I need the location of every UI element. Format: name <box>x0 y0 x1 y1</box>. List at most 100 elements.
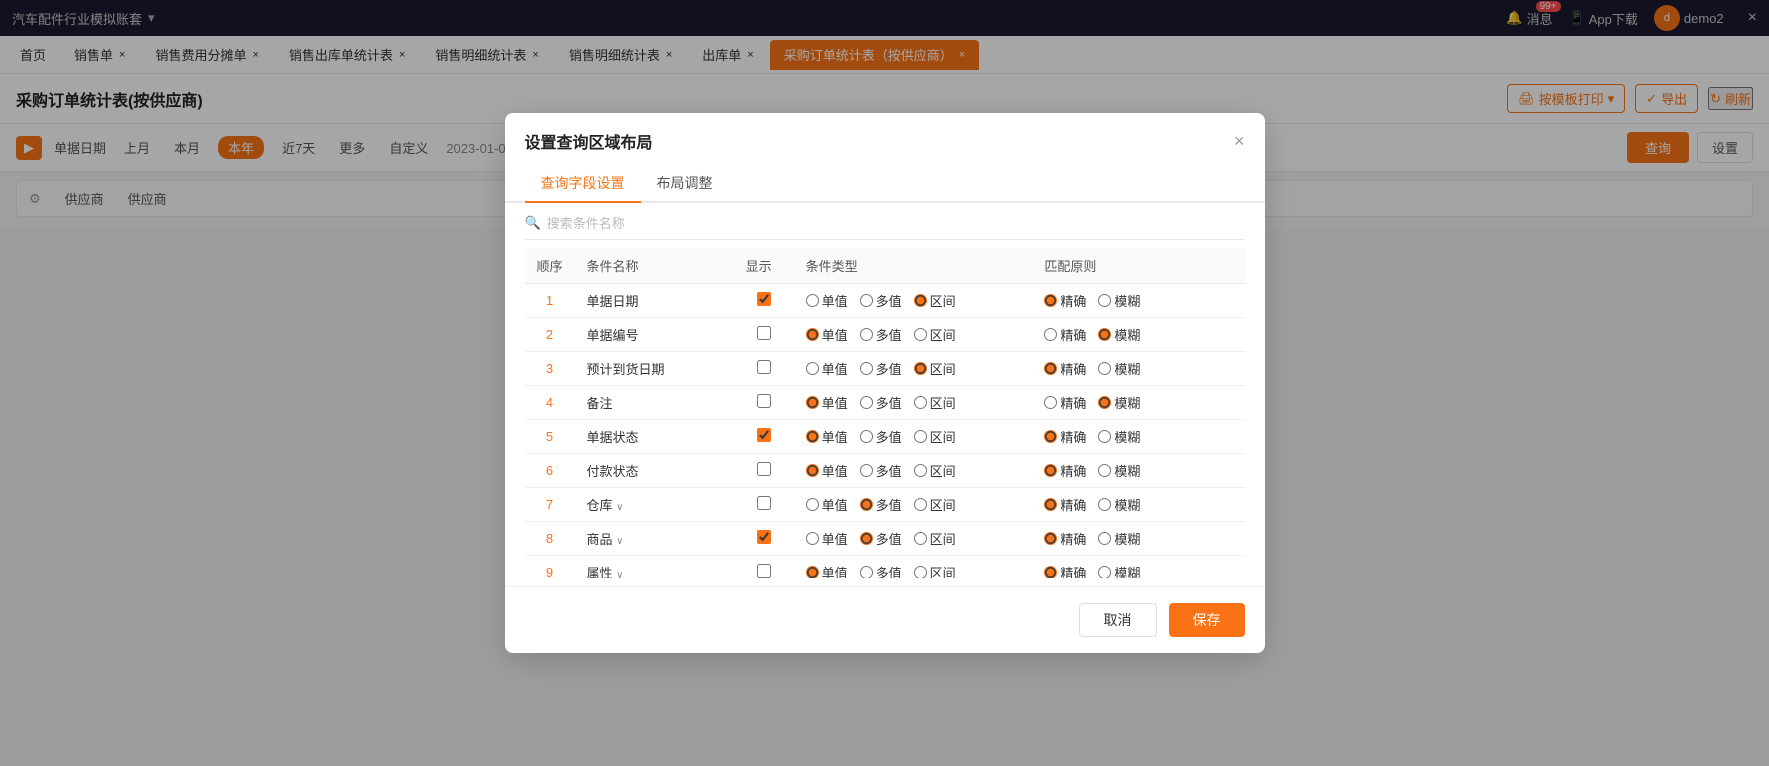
row-order: 3 <box>525 352 575 386</box>
type-radio-item[interactable]: 多值 <box>860 461 902 480</box>
row-show[interactable] <box>734 454 794 488</box>
type-radio-item[interactable]: 单值 <box>806 291 848 310</box>
row-show[interactable] <box>734 556 794 579</box>
row-order: 1 <box>525 284 575 318</box>
show-checkbox[interactable] <box>757 564 771 578</box>
row-match: 精确模糊 <box>1032 522 1244 556</box>
match-radio-item[interactable]: 精确 <box>1044 325 1086 344</box>
type-radio-item[interactable]: 单值 <box>806 393 848 412</box>
match-radio-item[interactable]: 模糊 <box>1098 291 1140 310</box>
type-radio-item[interactable]: 多值 <box>860 427 902 446</box>
row-name: 单据日期 <box>575 284 734 318</box>
modal-tabs: 查询字段设置 布局调整 <box>505 165 1265 203</box>
row-match: 精确模糊 <box>1032 318 1244 352</box>
table-row: 8商品 ∨单值多值区间精确模糊 <box>525 522 1245 556</box>
table-row: 4备注单值多值区间精确模糊 <box>525 386 1245 420</box>
row-type: 单值多值区间 <box>794 284 1033 318</box>
match-radio-item[interactable]: 精确 <box>1044 359 1086 378</box>
type-radio-item[interactable]: 区间 <box>914 291 956 310</box>
match-radio-item[interactable]: 模糊 <box>1098 427 1140 446</box>
type-radio-item[interactable]: 多值 <box>860 359 902 378</box>
type-radio-item[interactable]: 多值 <box>860 325 902 344</box>
show-checkbox[interactable] <box>757 428 771 442</box>
type-radio-item[interactable]: 单值 <box>806 495 848 514</box>
modal-footer: 取消 保存 <box>505 586 1265 653</box>
row-show[interactable] <box>734 352 794 386</box>
row-type: 单值多值区间 <box>794 522 1033 556</box>
modal-body: 🔍 顺序 条件名称 显示 条件类型 匹配原则 <box>505 203 1265 578</box>
row-show[interactable] <box>734 284 794 318</box>
match-radio-item[interactable]: 模糊 <box>1098 495 1140 514</box>
match-radio-item[interactable]: 模糊 <box>1098 461 1140 480</box>
row-order: 5 <box>525 420 575 454</box>
row-type: 单值多值区间 <box>794 386 1033 420</box>
th-name: 条件名称 <box>575 248 734 284</box>
show-checkbox[interactable] <box>757 292 771 306</box>
match-radio-item[interactable]: 模糊 <box>1098 325 1140 344</box>
match-radio-item[interactable]: 精确 <box>1044 529 1086 548</box>
row-show[interactable] <box>734 488 794 522</box>
th-show: 显示 <box>734 248 794 284</box>
row-order: 2 <box>525 318 575 352</box>
match-radio-item[interactable]: 模糊 <box>1098 359 1140 378</box>
row-type: 单值多值区间 <box>794 318 1033 352</box>
row-show[interactable] <box>734 522 794 556</box>
type-radio-item[interactable]: 区间 <box>914 461 956 480</box>
type-radio-item[interactable]: 区间 <box>914 325 956 344</box>
type-radio-item[interactable]: 多值 <box>860 291 902 310</box>
type-radio-item[interactable]: 多值 <box>860 529 902 548</box>
row-order: 6 <box>525 454 575 488</box>
match-radio-item[interactable]: 模糊 <box>1098 393 1140 412</box>
row-name: 商品 ∨ <box>575 522 734 556</box>
search-icon: 🔍 <box>525 215 541 231</box>
type-radio-item[interactable]: 单值 <box>806 325 848 344</box>
show-checkbox[interactable] <box>757 496 771 510</box>
match-radio-item[interactable]: 精确 <box>1044 461 1086 480</box>
match-radio-item[interactable]: 精确 <box>1044 393 1086 412</box>
show-checkbox[interactable] <box>757 326 771 340</box>
row-match: 精确模糊 <box>1032 420 1244 454</box>
show-checkbox[interactable] <box>757 360 771 374</box>
type-radio-item[interactable]: 区间 <box>914 529 956 548</box>
type-radio-item[interactable]: 区间 <box>914 359 956 378</box>
search-input[interactable] <box>547 216 747 231</box>
table-row: 5单据状态单值多值区间精确模糊 <box>525 420 1245 454</box>
save-button[interactable]: 保存 <box>1169 603 1245 637</box>
type-radio-item[interactable]: 多值 <box>860 393 902 412</box>
modal-close-button[interactable]: × <box>1234 131 1245 152</box>
row-show[interactable] <box>734 420 794 454</box>
match-radio-item[interactable]: 模糊 <box>1098 529 1140 548</box>
type-radio-item[interactable]: 单值 <box>806 461 848 480</box>
match-radio-item[interactable]: 精确 <box>1044 563 1086 578</box>
config-table-scroll: 顺序 条件名称 显示 条件类型 匹配原则 1单据日期单值多值区间精确模糊2单据编… <box>525 248 1245 578</box>
match-radio-item[interactable]: 精确 <box>1044 427 1086 446</box>
th-type: 条件类型 <box>794 248 1033 284</box>
row-show[interactable] <box>734 386 794 420</box>
show-checkbox[interactable] <box>757 530 771 544</box>
show-checkbox[interactable] <box>757 394 771 408</box>
type-radio-item[interactable]: 区间 <box>914 393 956 412</box>
type-radio-item[interactable]: 单值 <box>806 563 848 578</box>
show-checkbox[interactable] <box>757 462 771 476</box>
type-radio-item[interactable]: 多值 <box>860 495 902 514</box>
match-radio-item[interactable]: 精确 <box>1044 495 1086 514</box>
match-radio-item[interactable]: 模糊 <box>1098 563 1140 578</box>
type-radio-item[interactable]: 单值 <box>806 529 848 548</box>
type-radio-item[interactable]: 多值 <box>860 563 902 578</box>
type-radio-item[interactable]: 区间 <box>914 563 956 578</box>
type-radio-item[interactable]: 单值 <box>806 427 848 446</box>
modal-tab-query-fields[interactable]: 查询字段设置 <box>525 165 641 203</box>
cancel-button[interactable]: 取消 <box>1079 603 1157 637</box>
modal-dialog: 设置查询区域布局 × 查询字段设置 布局调整 🔍 <box>505 113 1265 653</box>
type-radio-item[interactable]: 区间 <box>914 495 956 514</box>
modal-tab-layout[interactable]: 布局调整 <box>641 165 729 203</box>
row-match: 精确模糊 <box>1032 352 1244 386</box>
search-bar: 🔍 <box>525 215 1245 240</box>
row-show[interactable] <box>734 318 794 352</box>
type-radio-item[interactable]: 区间 <box>914 427 956 446</box>
type-radio-item[interactable]: 单值 <box>806 359 848 378</box>
row-match: 精确模糊 <box>1032 556 1244 579</box>
row-match: 精确模糊 <box>1032 284 1244 318</box>
table-row: 2单据编号单值多值区间精确模糊 <box>525 318 1245 352</box>
match-radio-item[interactable]: 精确 <box>1044 291 1086 310</box>
